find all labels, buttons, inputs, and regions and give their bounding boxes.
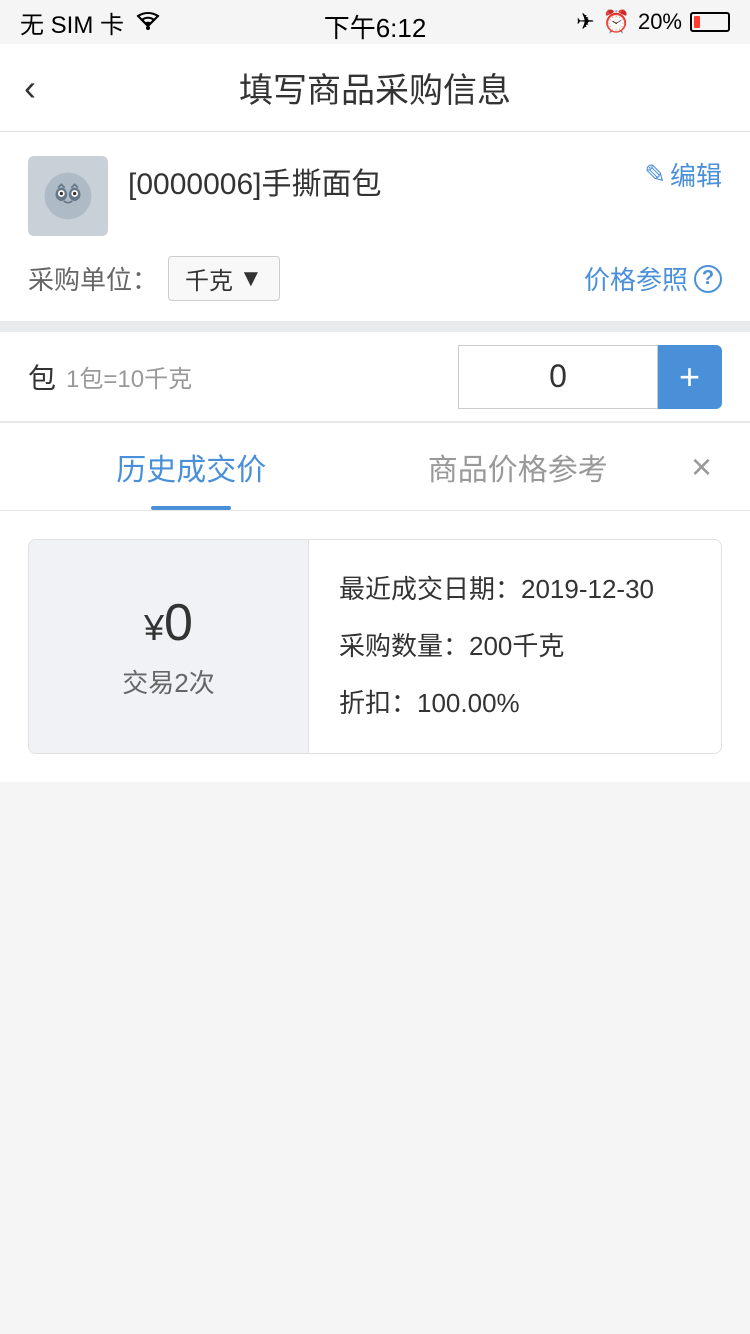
unit-select[interactable]: 千克 ▼ (168, 256, 280, 301)
purchase-qty-label: 采购数量： (339, 631, 469, 661)
currency-symbol: ¥ (144, 607, 164, 648)
edit-button[interactable]: ✎ 编辑 (644, 156, 722, 193)
unit-label: 采购单位： 千克 ▼ (28, 256, 280, 301)
product-logo-icon (43, 171, 93, 221)
transaction-count: 交易2次 (122, 663, 214, 700)
tab-product-price-ref[interactable]: 商品价格参考 (354, 423, 680, 510)
transaction-left: ¥0 交易2次 (29, 540, 309, 753)
product-unit-row: 采购单位： 千克 ▼ 价格参照 ? (28, 256, 722, 301)
status-left: 无 SIM 卡 (20, 5, 162, 40)
transaction-purchase-qty: 采购数量：200千克 (339, 627, 691, 666)
quantity-section: 包 1包=10千克 + (0, 332, 750, 422)
unit-value: 千克 (185, 261, 233, 296)
product-name: [0000006]手撕面包 (128, 164, 381, 206)
edit-icon: ✎ (644, 159, 666, 190)
page-title: 填写商品采购信息 (239, 63, 511, 112)
location-icon: ✈ (576, 9, 594, 35)
transaction-recent-date: 最近成交日期：2019-12-30 (339, 570, 691, 609)
tab-history-price[interactable]: 历史成交价 (28, 423, 354, 510)
panel-close-button[interactable]: × (681, 446, 722, 488)
panel-content: ¥0 交易2次 最近成交日期：2019-12-30 采购数量：200千克 折扣：… (0, 511, 750, 782)
product-left: [0000006]手撕面包 (28, 156, 381, 236)
battery-icon (690, 12, 730, 32)
product-header: [0000006]手撕面包 ✎ 编辑 (28, 156, 722, 236)
status-right: ✈ ⏰ 20% (576, 9, 730, 35)
panel-section: 历史成交价 商品价格参考 × ¥0 交易2次 最近成交日期：2019-12-30… (0, 422, 750, 782)
battery-percent: 20% (638, 9, 682, 35)
discount-label: 折扣： (339, 688, 417, 718)
price-value: 0 (164, 594, 193, 652)
quantity-unit-badge: 包 (28, 357, 56, 397)
wifi-icon (134, 8, 162, 37)
transaction-discount: 折扣：100.00% (339, 684, 691, 723)
nav-bar: ‹ 填写商品采购信息 (0, 44, 750, 132)
quantity-input[interactable] (458, 345, 658, 409)
panel-tabs: 历史成交价 商品价格参考 × (0, 423, 750, 511)
transaction-price: ¥0 (144, 593, 193, 653)
carrier-text: 无 SIM 卡 (20, 5, 124, 40)
status-time: 下午6:12 (324, 8, 427, 45)
transaction-card: ¥0 交易2次 最近成交日期：2019-12-30 采购数量：200千克 折扣：… (28, 539, 722, 754)
quantity-conversion: 1包=10千克 (66, 359, 192, 394)
price-ref-button[interactable]: 价格参照 ? (584, 260, 722, 297)
quantity-unit-info: 包 1包=10千克 (28, 357, 192, 397)
quantity-controls: + (458, 345, 722, 409)
chevron-down-icon: ▼ (239, 265, 263, 293)
product-section: [0000006]手撕面包 ✎ 编辑 采购单位： 千克 ▼ 价格参照 ? (0, 132, 750, 322)
section-divider (0, 322, 750, 332)
product-thumbnail (28, 156, 108, 236)
edit-label: 编辑 (670, 156, 722, 193)
price-ref-label: 价格参照 (584, 260, 688, 297)
discount-value: 100.00% (417, 688, 520, 718)
quantity-plus-button[interactable]: + (658, 345, 722, 409)
alarm-icon: ⏰ (603, 9, 630, 35)
status-bar: 无 SIM 卡 下午6:12 ✈ ⏰ 20% (0, 0, 750, 44)
transaction-right: 最近成交日期：2019-12-30 采购数量：200千克 折扣：100.00% (309, 540, 721, 753)
price-ref-info-icon: ? (694, 265, 722, 293)
back-button[interactable]: ‹ (24, 67, 36, 109)
recent-date-label: 最近成交日期： (339, 574, 521, 604)
recent-date-value: 2019-12-30 (521, 574, 654, 604)
purchase-qty-value: 200千克 (469, 631, 564, 661)
